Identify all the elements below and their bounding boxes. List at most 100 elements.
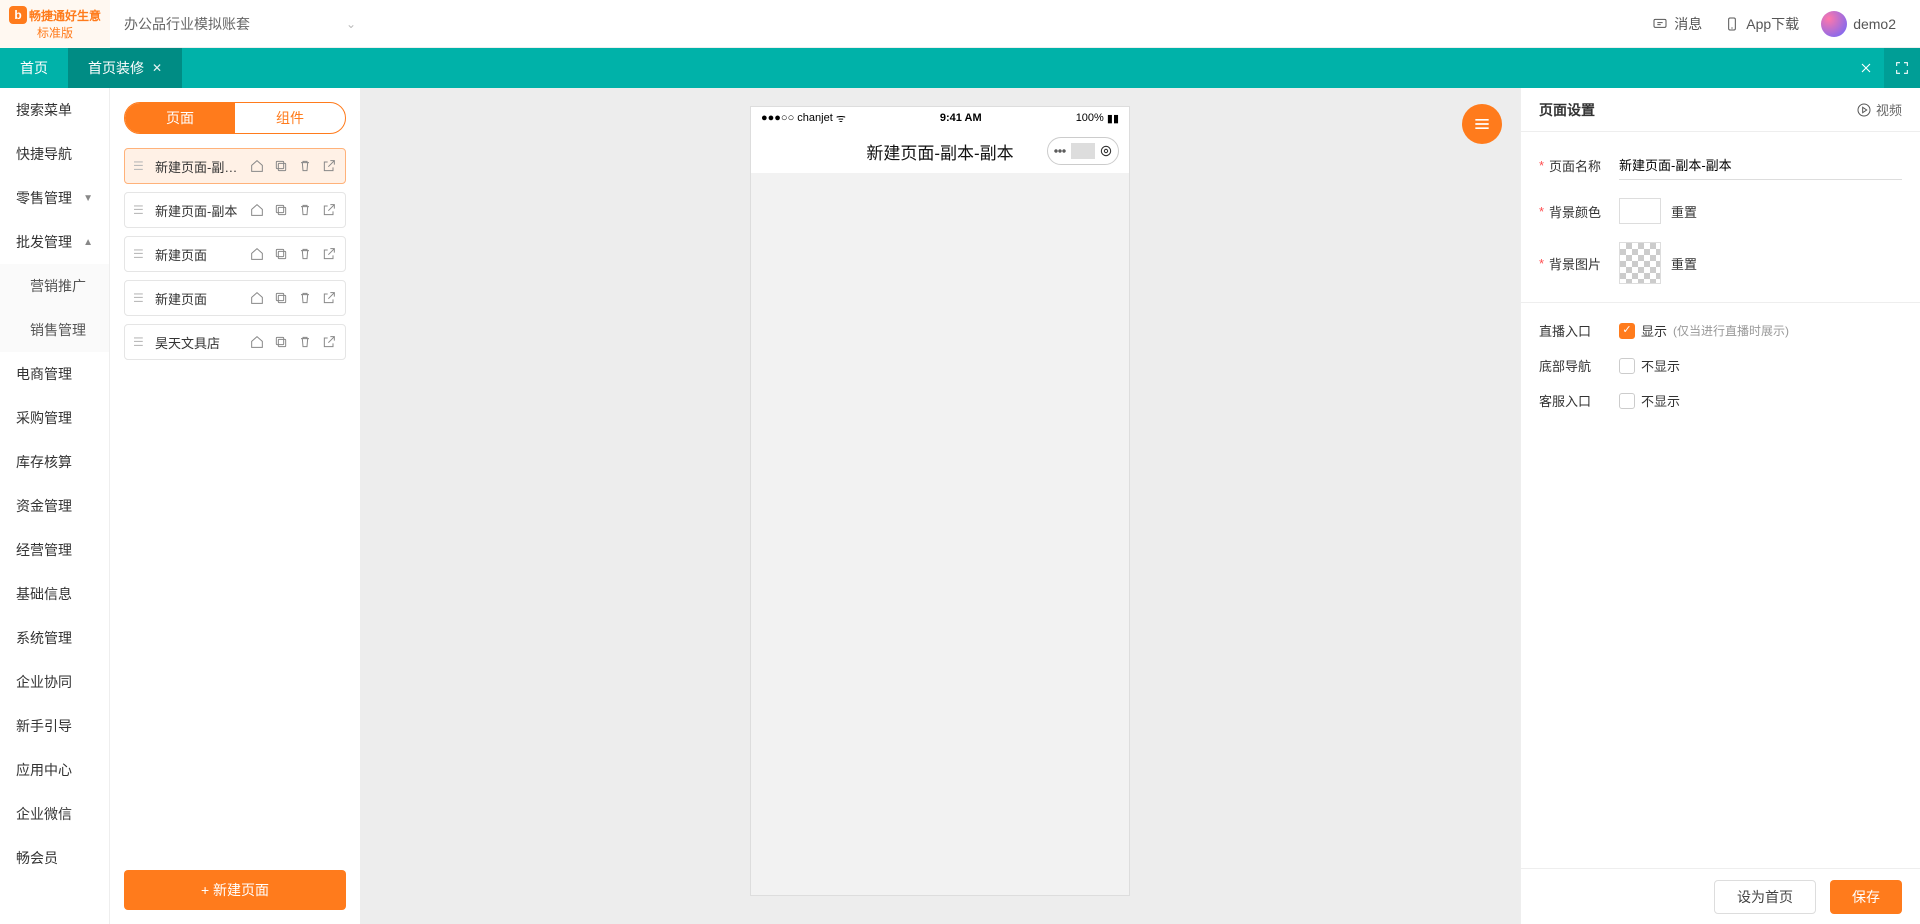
- field-label-live: 直播入口: [1539, 321, 1619, 340]
- sidebar-item-collab[interactable]: 企业协同: [0, 660, 109, 704]
- live-hint: (仅当进行直播时展示): [1673, 322, 1789, 339]
- sidebar-item-operation[interactable]: 经营管理: [0, 528, 109, 572]
- live-checkbox[interactable]: [1619, 323, 1635, 339]
- new-page-button[interactable]: + 新建页面: [124, 870, 346, 910]
- tab-label: 首页: [20, 58, 48, 78]
- sidebar-item-quicknav[interactable]: 快捷导航: [0, 132, 109, 176]
- top-bar: b 畅捷通好生意 标准版 办公品行业模拟账套 ⌄ 消息 App下载 demo2: [0, 0, 1920, 48]
- page-row[interactable]: ☰ 新建页面-副本: [124, 192, 346, 228]
- user-menu[interactable]: demo2: [1821, 11, 1896, 37]
- bottomnav-checkbox[interactable]: [1619, 358, 1635, 374]
- field-label-bgimg: 背景图片: [1549, 254, 1619, 273]
- tabstrip-fullscreen-button[interactable]: [1884, 48, 1920, 88]
- sidebar-item-stock[interactable]: 库存核算: [0, 440, 109, 484]
- service-checkbox[interactable]: [1619, 393, 1635, 409]
- page-row[interactable]: ☰ 昊天文具店: [124, 324, 346, 360]
- messages-button[interactable]: 消息: [1652, 14, 1702, 34]
- capsule-close-button[interactable]: [1095, 143, 1118, 159]
- service-checkbox-label: 不显示: [1641, 391, 1680, 410]
- tabstrip-close-button[interactable]: [1848, 48, 1884, 88]
- sidebar-item-member[interactable]: 畅会员: [0, 836, 109, 880]
- sidebar-item-label: 经营管理: [16, 540, 72, 560]
- copy-icon[interactable]: [273, 158, 289, 174]
- page-name-input[interactable]: [1619, 150, 1902, 180]
- sidebar-item-wholesale[interactable]: 批发管理▲: [0, 220, 109, 264]
- avatar: [1821, 11, 1847, 37]
- delete-icon[interactable]: [297, 158, 313, 174]
- copy-icon[interactable]: [273, 202, 289, 218]
- battery-label: 100%: [1076, 112, 1104, 124]
- bgimg-swatch[interactable]: [1619, 242, 1661, 284]
- sidebar-item-ecommerce[interactable]: 电商管理: [0, 352, 109, 396]
- drag-handle-icon[interactable]: ☰: [133, 291, 147, 305]
- share-icon[interactable]: [321, 158, 337, 174]
- tab-page-decoration[interactable]: 首页装修 ✕: [68, 48, 182, 88]
- account-selector[interactable]: 办公品行业模拟账套 ⌄: [110, 14, 370, 34]
- sidebar-item-appcenter[interactable]: 应用中心: [0, 748, 109, 792]
- sidebar-item-purchase[interactable]: 采购管理: [0, 396, 109, 440]
- drag-handle-icon[interactable]: ☰: [133, 203, 147, 217]
- sidebar-item-label: 资金管理: [16, 496, 72, 516]
- home-icon[interactable]: [249, 334, 265, 350]
- reset-bgimg-button[interactable]: 重置: [1671, 254, 1697, 273]
- home-icon[interactable]: [249, 290, 265, 306]
- miniprogram-capsule[interactable]: [1047, 137, 1119, 165]
- save-button[interactable]: 保存: [1830, 880, 1902, 914]
- page-row[interactable]: ☰ 新建页面: [124, 280, 346, 316]
- sidebar-item-sales[interactable]: 销售管理: [0, 308, 109, 352]
- sidebar-item-marketing[interactable]: 营销推广: [0, 264, 109, 308]
- delete-icon[interactable]: [297, 246, 313, 262]
- home-icon[interactable]: [249, 246, 265, 262]
- floating-menu-button[interactable]: [1462, 104, 1502, 144]
- brand-name: 畅捷通好生意: [29, 7, 101, 24]
- delete-icon[interactable]: [297, 334, 313, 350]
- video-help-button[interactable]: 视频: [1856, 100, 1902, 119]
- drag-handle-icon[interactable]: ☰: [133, 159, 147, 173]
- close-icon: [1858, 60, 1874, 76]
- share-icon[interactable]: [321, 202, 337, 218]
- drag-handle-icon[interactable]: ☰: [133, 335, 147, 349]
- home-icon[interactable]: [249, 202, 265, 218]
- page-row-name: 新建页面-副本-...: [155, 157, 241, 176]
- home-icon[interactable]: [249, 158, 265, 174]
- close-icon[interactable]: ✕: [152, 61, 162, 75]
- share-icon[interactable]: [321, 246, 337, 262]
- drag-handle-icon[interactable]: ☰: [133, 247, 147, 261]
- signal-icon: ●●●○○: [761, 112, 794, 124]
- caret-up-icon: ▲: [83, 237, 93, 248]
- sidebar-item-funds[interactable]: 资金管理: [0, 484, 109, 528]
- app-download-button[interactable]: App下载: [1724, 14, 1799, 34]
- segment-page[interactable]: 页面: [125, 103, 235, 133]
- sidebar-item-label: 搜索菜单: [16, 100, 72, 120]
- set-home-button[interactable]: 设为首页: [1714, 880, 1816, 914]
- chevron-down-icon: ⌄: [346, 17, 356, 31]
- segment-component[interactable]: 组件: [235, 103, 345, 133]
- message-icon: [1652, 16, 1668, 32]
- sidebar-item-basicinfo[interactable]: 基础信息: [0, 572, 109, 616]
- copy-icon[interactable]: [273, 290, 289, 306]
- page-row[interactable]: ☰ 新建页面: [124, 236, 346, 272]
- sidebar-item-wechat[interactable]: 企业微信: [0, 792, 109, 836]
- bgcolor-swatch[interactable]: [1619, 198, 1661, 224]
- sidebar-item-label: 新手引导: [16, 716, 72, 736]
- sidebar-item-search[interactable]: 搜索菜单: [0, 88, 109, 132]
- delete-icon[interactable]: [297, 202, 313, 218]
- video-label: 视频: [1876, 100, 1902, 119]
- copy-icon[interactable]: [273, 246, 289, 262]
- sidebar-item-retail[interactable]: 零售管理▼: [0, 176, 109, 220]
- page-row[interactable]: ☰ 新建页面-副本-...: [124, 148, 346, 184]
- sidebar-item-label: 快捷导航: [16, 144, 72, 164]
- reset-bgcolor-button[interactable]: 重置: [1671, 202, 1697, 221]
- fullscreen-icon: [1894, 60, 1910, 76]
- sidebar-item-system[interactable]: 系统管理: [0, 616, 109, 660]
- battery-icon: ▮▮: [1107, 112, 1119, 125]
- tab-home[interactable]: 首页: [0, 48, 68, 88]
- capsule-more-button[interactable]: [1048, 143, 1071, 159]
- copy-icon[interactable]: [273, 334, 289, 350]
- brand-logo[interactable]: b 畅捷通好生意 标准版: [0, 0, 110, 48]
- share-icon[interactable]: [321, 290, 337, 306]
- delete-icon[interactable]: [297, 290, 313, 306]
- brand-glyph: b: [9, 6, 27, 24]
- sidebar-item-guide[interactable]: 新手引导: [0, 704, 109, 748]
- share-icon[interactable]: [321, 334, 337, 350]
